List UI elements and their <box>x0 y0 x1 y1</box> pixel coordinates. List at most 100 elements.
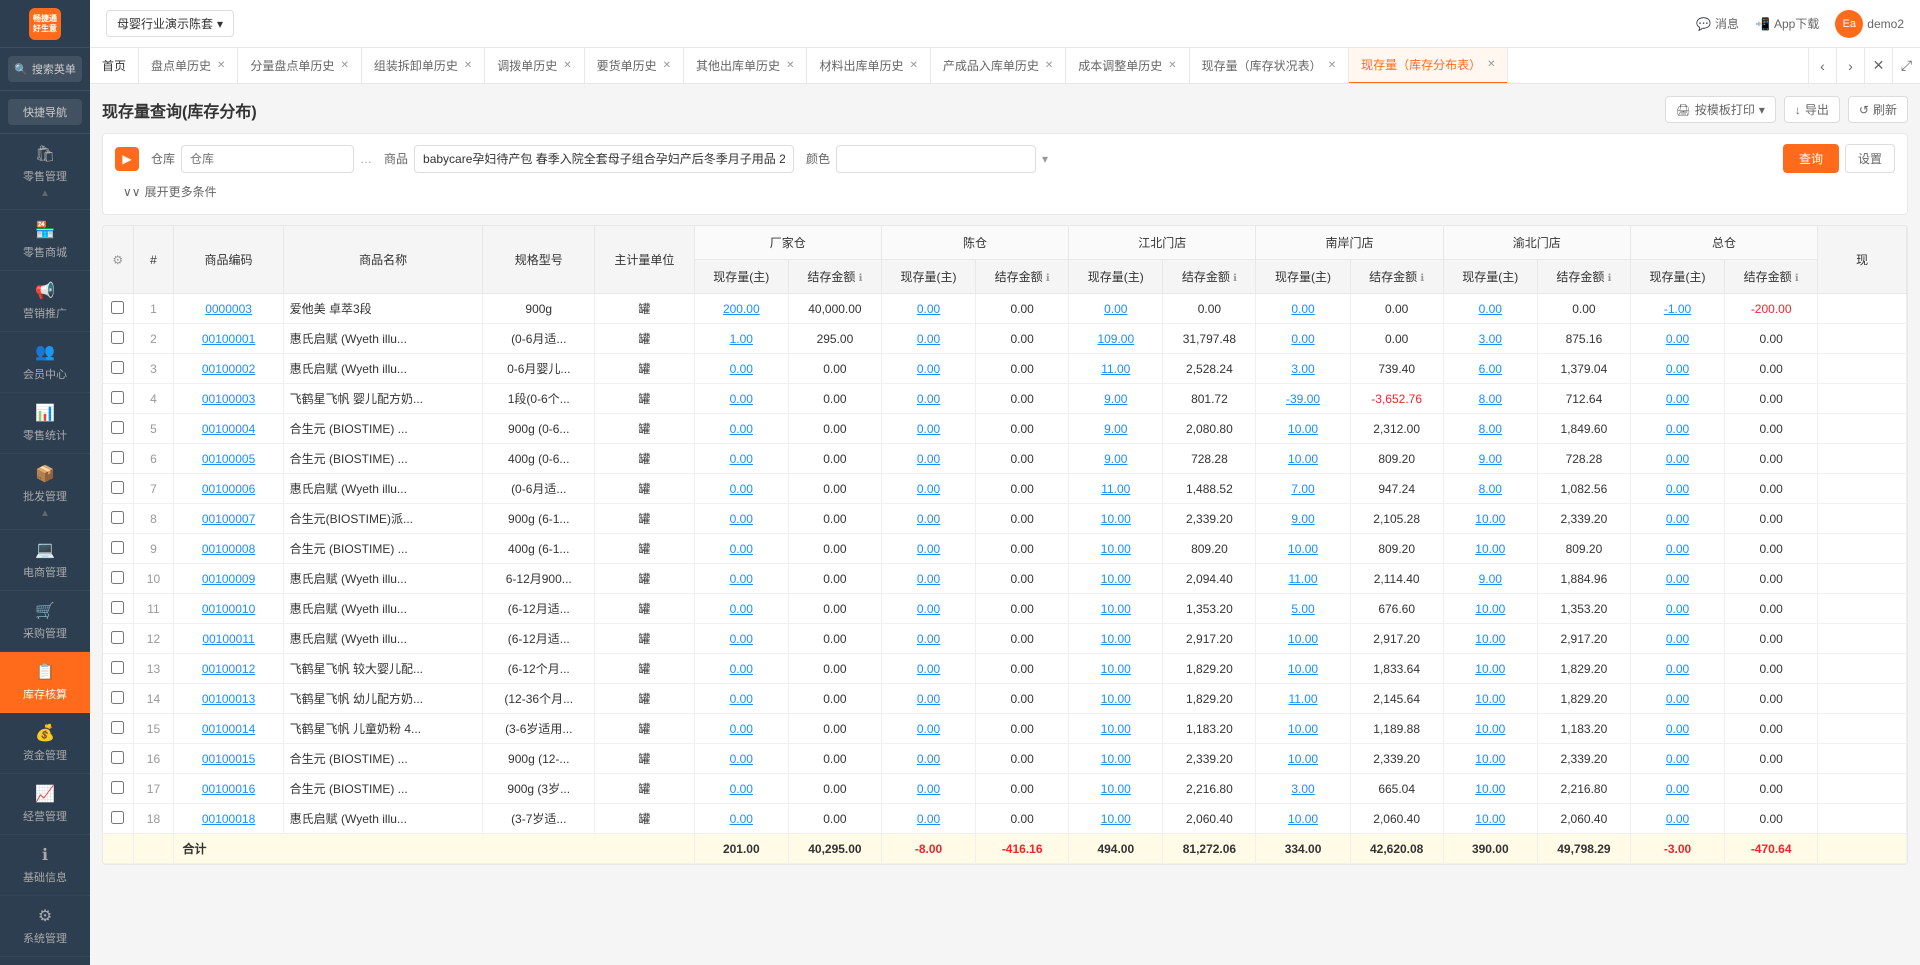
row-nanan-stock[interactable]: -39.00 <box>1256 384 1350 414</box>
row-checkbox-cell[interactable] <box>103 624 133 654</box>
row-nanan-stock[interactable]: 10.00 <box>1256 444 1350 474</box>
row-chenshi-stock[interactable]: 0.00 <box>881 384 975 414</box>
row-nanan-stock[interactable]: 0.00 <box>1256 294 1350 324</box>
row-factory-stock[interactable]: 0.00 <box>694 564 788 594</box>
row-chenshi-stock[interactable]: 0.00 <box>881 594 975 624</box>
message-action[interactable]: 💬 消息 <box>1696 15 1739 32</box>
row-checkbox-cell[interactable] <box>103 474 133 504</box>
expand-conditions-button[interactable]: ∨∨ 展开更多条件 <box>115 179 1895 204</box>
close-icon[interactable]: ✕ <box>663 60 671 71</box>
close-icon[interactable]: ✕ <box>1168 60 1176 71</box>
user-profile[interactable]: Ea demo2 <box>1835 10 1904 38</box>
row-checkbox[interactable] <box>111 721 124 734</box>
row-yubei-stock[interactable]: 10.00 <box>1443 684 1537 714</box>
sidebar-item-retail-mall[interactable]: 🏪 零售商城 <box>0 210 90 271</box>
product-input[interactable] <box>414 145 794 173</box>
row-nanan-stock[interactable]: 11.00 <box>1256 684 1350 714</box>
quick-nav-button[interactable]: 快捷导航 <box>8 99 82 125</box>
row-chenshi-stock[interactable]: 0.00 <box>881 624 975 654</box>
row-factory-stock[interactable]: 0.00 <box>694 594 788 624</box>
warehouse-input[interactable] <box>181 145 354 173</box>
tab-cost-adjust[interactable]: 成本调整单历史 ✕ <box>1066 48 1189 84</box>
row-yubei-stock[interactable]: 10.00 <box>1443 624 1537 654</box>
tab-inventory-check[interactable]: 盘点单历史 ✕ <box>139 48 238 84</box>
row-checkbox-cell[interactable] <box>103 564 133 594</box>
row-jiangbei-stock[interactable]: 10.00 <box>1069 594 1163 624</box>
settings-col-header[interactable]: ⚙ <box>103 226 133 294</box>
row-nanan-stock[interactable]: 11.00 <box>1256 564 1350 594</box>
row-code[interactable]: 00100011 <box>174 624 283 654</box>
row-factory-stock[interactable]: 0.00 <box>694 624 788 654</box>
row-factory-stock[interactable]: 0.00 <box>694 804 788 834</box>
row-nanan-stock[interactable]: 10.00 <box>1256 624 1350 654</box>
row-checkbox-cell[interactable] <box>103 744 133 774</box>
close-icon[interactable]: ✕ <box>1328 60 1336 71</box>
row-checkbox[interactable] <box>111 511 124 524</box>
row-total-stock[interactable]: 0.00 <box>1630 354 1724 384</box>
row-code[interactable]: 0000003 <box>174 294 283 324</box>
tab-assembly[interactable]: 组装拆卸单历史 ✕ <box>362 48 485 84</box>
row-jiangbei-stock[interactable]: 10.00 <box>1069 624 1163 654</box>
tab-next-button[interactable]: › <box>1836 48 1864 84</box>
row-jiangbei-stock[interactable]: 11.00 <box>1069 354 1163 384</box>
row-checkbox[interactable] <box>111 751 124 764</box>
row-checkbox[interactable] <box>111 661 124 674</box>
row-chenshi-stock[interactable]: 0.00 <box>881 294 975 324</box>
row-jiangbei-stock[interactable]: 10.00 <box>1069 714 1163 744</box>
row-yubei-stock[interactable]: 10.00 <box>1443 744 1537 774</box>
row-yubei-stock[interactable]: 8.00 <box>1443 414 1537 444</box>
tab-inventory-status[interactable]: 现存量（库存状况表） ✕ <box>1190 48 1349 84</box>
tab-order[interactable]: 要货单历史 ✕ <box>585 48 684 84</box>
row-chenshi-stock[interactable]: 0.00 <box>881 774 975 804</box>
row-checkbox[interactable] <box>111 391 124 404</box>
close-icon[interactable]: ✕ <box>563 60 571 71</box>
row-code[interactable]: 00100002 <box>174 354 283 384</box>
print-button[interactable]: 🖨 按模板打印 ▾ <box>1665 96 1776 123</box>
row-nanan-stock[interactable]: 5.00 <box>1256 594 1350 624</box>
warehouse-dots[interactable]: … <box>360 152 372 166</box>
search-button[interactable]: 查询 <box>1783 144 1839 173</box>
row-nanan-stock[interactable]: 10.00 <box>1256 414 1350 444</box>
row-checkbox-cell[interactable] <box>103 414 133 444</box>
row-factory-stock[interactable]: 0.00 <box>694 534 788 564</box>
tab-close-all-button[interactable]: ✕ <box>1864 48 1892 84</box>
row-nanan-stock[interactable]: 10.00 <box>1256 804 1350 834</box>
row-jiangbei-stock[interactable]: 10.00 <box>1069 564 1163 594</box>
row-code[interactable]: 00100003 <box>174 384 283 414</box>
sidebar-item-collab[interactable]: 🤝 企业协同 <box>0 957 90 965</box>
row-yubei-stock[interactable]: 8.00 <box>1443 474 1537 504</box>
close-icon[interactable]: ✕ <box>1045 60 1053 71</box>
sidebar-item-system[interactable]: ⚙ 系统管理 <box>0 896 90 957</box>
row-code[interactable]: 00100013 <box>174 684 283 714</box>
row-checkbox[interactable] <box>111 691 124 704</box>
row-code[interactable]: 00100018 <box>174 804 283 834</box>
row-jiangbei-stock[interactable]: 9.00 <box>1069 444 1163 474</box>
row-factory-stock[interactable]: 0.00 <box>694 414 788 444</box>
row-total-stock[interactable]: 0.00 <box>1630 684 1724 714</box>
app-download-action[interactable]: 📲 App下载 <box>1755 15 1819 32</box>
close-icon[interactable]: ✕ <box>1487 59 1495 70</box>
row-total-stock[interactable]: 0.00 <box>1630 594 1724 624</box>
row-chenshi-stock[interactable]: 0.00 <box>881 534 975 564</box>
row-factory-stock[interactable]: 0.00 <box>694 654 788 684</box>
row-yubei-stock[interactable]: 10.00 <box>1443 804 1537 834</box>
row-nanan-stock[interactable]: 0.00 <box>1256 324 1350 354</box>
row-code[interactable]: 00100001 <box>174 324 283 354</box>
sidebar-item-retail-management[interactable]: 🛍 零售管理 ▲ <box>0 134 90 210</box>
row-code[interactable]: 00100010 <box>174 594 283 624</box>
row-checkbox[interactable] <box>111 601 124 614</box>
tab-transfer[interactable]: 调拨单历史 ✕ <box>485 48 584 84</box>
row-code[interactable]: 00100016 <box>174 774 283 804</box>
row-code[interactable]: 00100009 <box>174 564 283 594</box>
row-checkbox-cell[interactable] <box>103 354 133 384</box>
row-jiangbei-stock[interactable]: 10.00 <box>1069 774 1163 804</box>
row-yubei-stock[interactable]: 9.00 <box>1443 444 1537 474</box>
row-jiangbei-stock[interactable]: 10.00 <box>1069 684 1163 714</box>
row-factory-stock[interactable]: 0.00 <box>694 384 788 414</box>
sidebar-item-member[interactable]: 👥 会员中心 <box>0 332 90 393</box>
tab-home[interactable]: 首页 <box>90 48 139 84</box>
row-checkbox-cell[interactable] <box>103 654 133 684</box>
row-yubei-stock[interactable]: 10.00 <box>1443 504 1537 534</box>
row-factory-stock[interactable]: 0.00 <box>694 474 788 504</box>
row-jiangbei-stock[interactable]: 0.00 <box>1069 294 1163 324</box>
